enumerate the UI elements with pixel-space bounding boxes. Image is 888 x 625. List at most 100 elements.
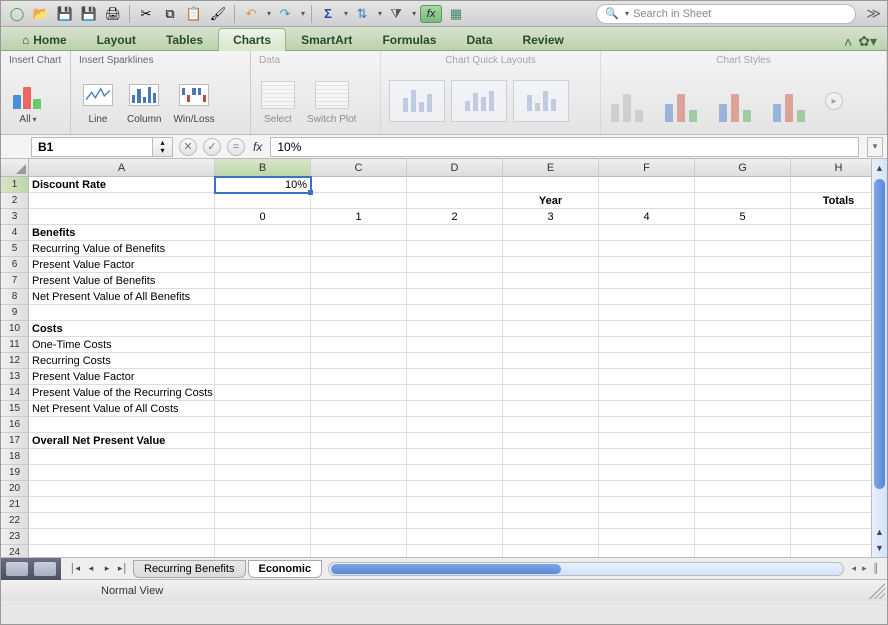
sort-icon[interactable]: ⇅ bbox=[352, 4, 372, 24]
row-header-12[interactable]: 12 bbox=[1, 353, 29, 369]
cell-G6[interactable] bbox=[695, 257, 791, 273]
cell-A21[interactable] bbox=[29, 497, 215, 513]
tab-smartart[interactable]: SmartArt bbox=[286, 28, 367, 51]
paste-icon[interactable]: 📋 bbox=[184, 4, 204, 24]
cell-B22[interactable] bbox=[215, 513, 311, 529]
cell-E16[interactable] bbox=[503, 417, 599, 433]
cell-F8[interactable] bbox=[599, 289, 695, 305]
row-header-19[interactable]: 19 bbox=[1, 465, 29, 481]
cell-B10[interactable] bbox=[215, 321, 311, 337]
sheet-tab-economic[interactable]: Economic bbox=[248, 560, 323, 578]
cell-B21[interactable] bbox=[215, 497, 311, 513]
cell-E10[interactable] bbox=[503, 321, 599, 337]
cell-G14[interactable] bbox=[695, 385, 791, 401]
row-header-6[interactable]: 6 bbox=[1, 257, 29, 273]
sheet-tab-recurring[interactable]: Recurring Benefits bbox=[133, 560, 246, 578]
cell-A10[interactable]: Costs bbox=[29, 321, 215, 337]
cell-F7[interactable] bbox=[599, 273, 695, 289]
cell-A11[interactable]: One-Time Costs bbox=[29, 337, 215, 353]
search-input[interactable]: 🔍 ▾ Search in Sheet bbox=[596, 4, 856, 24]
cell-D3[interactable]: 2 bbox=[407, 209, 503, 225]
sheet-first-icon[interactable]: │◂ bbox=[67, 561, 83, 577]
scroll-down-icon[interactable]: ▲ bbox=[872, 525, 887, 539]
confirm-formula-icon[interactable]: ✓ bbox=[203, 138, 221, 156]
col-header-C[interactable]: C bbox=[311, 159, 407, 177]
cell-F4[interactable] bbox=[599, 225, 695, 241]
save-icon[interactable]: 💾 bbox=[55, 4, 75, 24]
cell-G22[interactable] bbox=[695, 513, 791, 529]
cell-D2[interactable] bbox=[407, 193, 503, 209]
cell-G3[interactable]: 5 bbox=[695, 209, 791, 225]
cell-E19[interactable] bbox=[503, 465, 599, 481]
cell-F20[interactable] bbox=[599, 481, 695, 497]
cell-D8[interactable] bbox=[407, 289, 503, 305]
cell-D10[interactable] bbox=[407, 321, 503, 337]
cell-A20[interactable] bbox=[29, 481, 215, 497]
cell-F3[interactable]: 4 bbox=[599, 209, 695, 225]
row-header-14[interactable]: 14 bbox=[1, 385, 29, 401]
cell-F22[interactable] bbox=[599, 513, 695, 529]
cell-A9[interactable] bbox=[29, 305, 215, 321]
cell-G13[interactable] bbox=[695, 369, 791, 385]
cell-F23[interactable] bbox=[599, 529, 695, 545]
cell-D21[interactable] bbox=[407, 497, 503, 513]
formula-builder-icon[interactable]: = bbox=[227, 138, 245, 156]
cell-E20[interactable] bbox=[503, 481, 599, 497]
hscroll-left-icon[interactable]: ◂ bbox=[850, 563, 859, 574]
cell-C23[interactable] bbox=[311, 529, 407, 545]
tab-layout[interactable]: Layout bbox=[82, 28, 151, 51]
cell-G18[interactable] bbox=[695, 449, 791, 465]
resize-grip-icon[interactable] bbox=[869, 583, 885, 599]
cell-E7[interactable] bbox=[503, 273, 599, 289]
cell-C12[interactable] bbox=[311, 353, 407, 369]
copy-icon[interactable]: ⧉ bbox=[160, 4, 180, 24]
cell-A13[interactable]: Present Value Factor bbox=[29, 369, 215, 385]
autosum-icon[interactable]: Σ bbox=[318, 4, 338, 24]
name-box[interactable]: B1 bbox=[31, 137, 153, 157]
cell-F13[interactable] bbox=[599, 369, 695, 385]
undo-dropdown-icon[interactable]: ▾ bbox=[267, 9, 271, 18]
cell-B24[interactable] bbox=[215, 545, 311, 557]
cell-F14[interactable] bbox=[599, 385, 695, 401]
tab-formulas[interactable]: Formulas bbox=[367, 28, 451, 51]
cell-E14[interactable] bbox=[503, 385, 599, 401]
tab-data[interactable]: Data bbox=[451, 28, 507, 51]
col-header-E[interactable]: E bbox=[503, 159, 599, 177]
cell-A14[interactable]: Present Value of the Recurring Costs bbox=[29, 385, 215, 401]
cell-E4[interactable] bbox=[503, 225, 599, 241]
cell-D11[interactable] bbox=[407, 337, 503, 353]
cell-D6[interactable] bbox=[407, 257, 503, 273]
print-icon[interactable]: 🖨 bbox=[103, 4, 123, 24]
tab-home[interactable]: Home bbox=[7, 28, 82, 51]
cell-E1[interactable] bbox=[503, 177, 599, 193]
row-header-21[interactable]: 21 bbox=[1, 497, 29, 513]
cell-B17[interactable] bbox=[215, 433, 311, 449]
tab-charts[interactable]: Charts bbox=[218, 28, 286, 51]
horizontal-scrollbar[interactable] bbox=[328, 562, 843, 576]
cell-C19[interactable] bbox=[311, 465, 407, 481]
cell-C18[interactable] bbox=[311, 449, 407, 465]
cell-F18[interactable] bbox=[599, 449, 695, 465]
cell-A23[interactable] bbox=[29, 529, 215, 545]
cell-E21[interactable] bbox=[503, 497, 599, 513]
cell-A3[interactable] bbox=[29, 209, 215, 225]
cell-D19[interactable] bbox=[407, 465, 503, 481]
row-header-17[interactable]: 17 bbox=[1, 433, 29, 449]
cell-G19[interactable] bbox=[695, 465, 791, 481]
cell-B16[interactable] bbox=[215, 417, 311, 433]
cell-D16[interactable] bbox=[407, 417, 503, 433]
cell-C16[interactable] bbox=[311, 417, 407, 433]
cell-F2[interactable] bbox=[599, 193, 695, 209]
autosum-dropdown-icon[interactable]: ▾ bbox=[344, 9, 348, 18]
cell-G9[interactable] bbox=[695, 305, 791, 321]
sheet-next-icon[interactable]: ▸ bbox=[99, 561, 115, 577]
cell-C1[interactable] bbox=[311, 177, 407, 193]
cell-F21[interactable] bbox=[599, 497, 695, 513]
row-header-22[interactable]: 22 bbox=[1, 513, 29, 529]
cell-E13[interactable] bbox=[503, 369, 599, 385]
cell-A2[interactable] bbox=[29, 193, 215, 209]
cell-F17[interactable] bbox=[599, 433, 695, 449]
redo-dropdown-icon[interactable]: ▾ bbox=[301, 9, 305, 18]
cell-C3[interactable]: 1 bbox=[311, 209, 407, 225]
cell-E6[interactable] bbox=[503, 257, 599, 273]
